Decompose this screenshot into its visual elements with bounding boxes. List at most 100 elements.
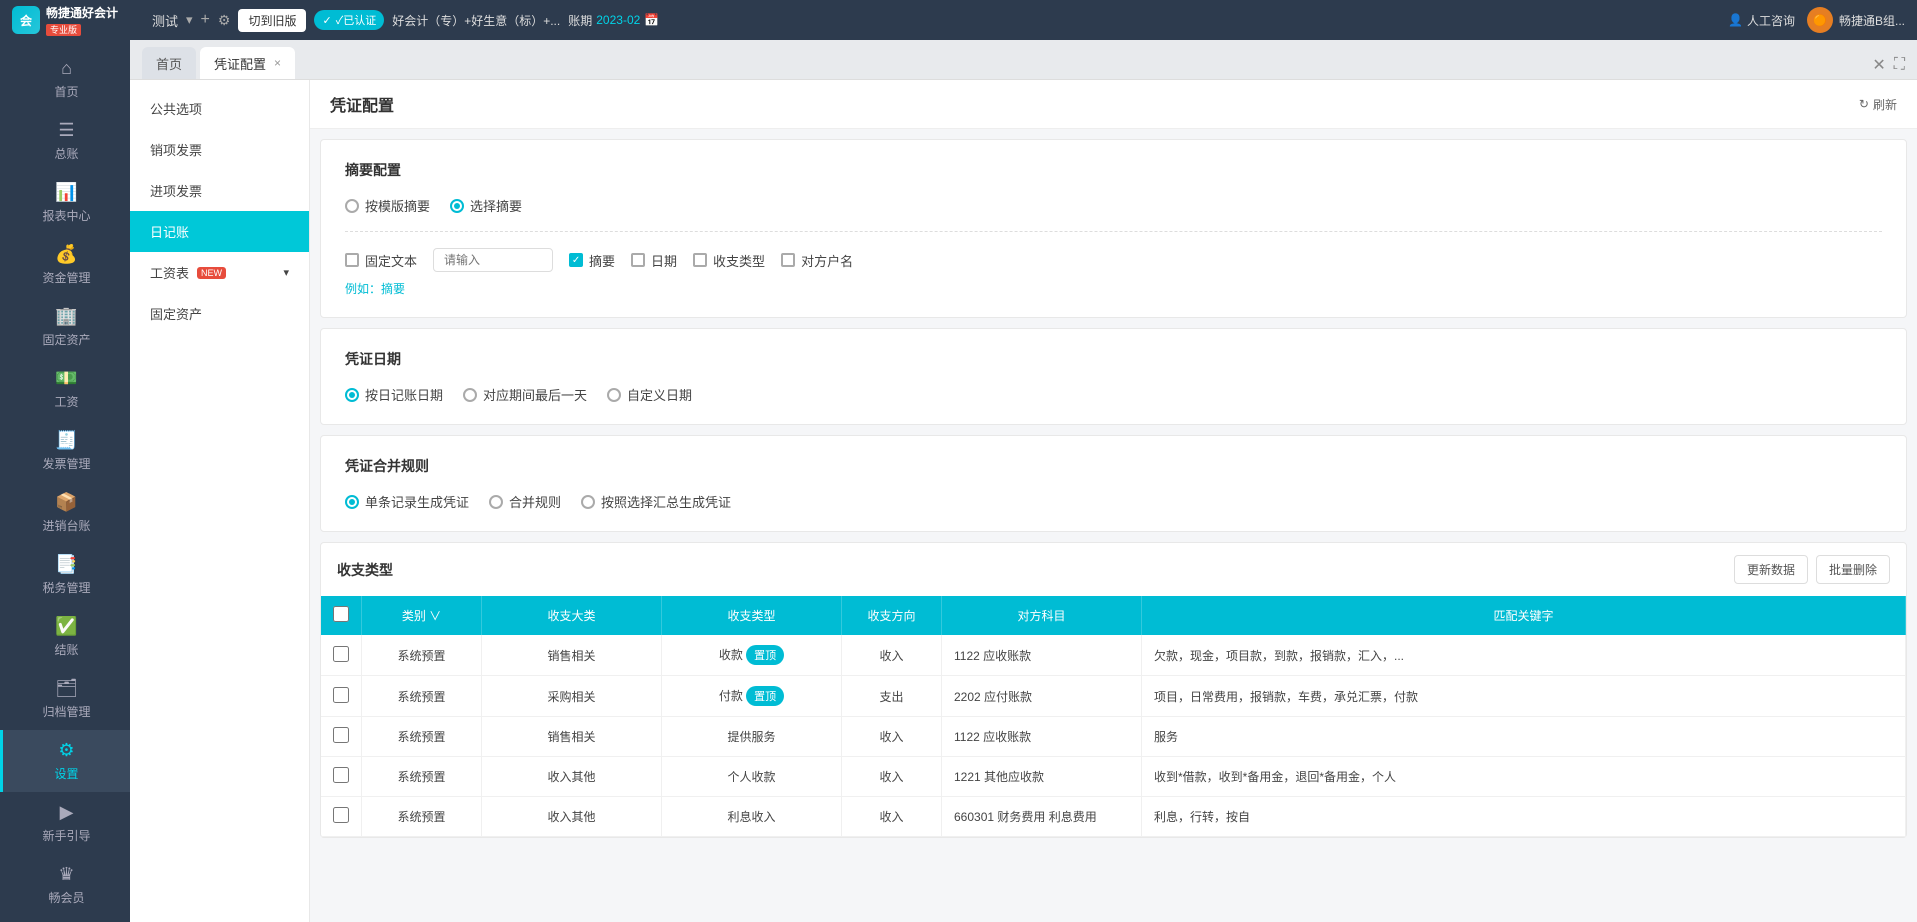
row-sub-type: 提供服务 bbox=[662, 717, 842, 757]
sidebar-item-member[interactable]: ♛ 畅会员 bbox=[0, 854, 130, 916]
maximize-icon[interactable]: ⛶ bbox=[1894, 56, 1905, 74]
tab-home[interactable]: 首页 bbox=[142, 47, 196, 79]
service-icon: 👤 bbox=[1728, 13, 1743, 27]
topbar-center: 测试 ▾ + ⚙ 切到旧版 ✓ ✓已认证 好会计（专）+好生意（标）+... 账… bbox=[152, 9, 1728, 32]
row-checkbox[interactable] bbox=[333, 807, 349, 823]
row-checkbox[interactable] bbox=[333, 646, 349, 662]
radio-select-summary-circle bbox=[581, 495, 595, 509]
sidebar-item-asset[interactable]: 🏢 固定资产 bbox=[0, 296, 130, 358]
row-direction: 收入 bbox=[842, 757, 942, 797]
left-nav-sales-invoice[interactable]: 销项发票 bbox=[130, 129, 309, 170]
left-nav-purchase-invoice[interactable]: 进项发票 bbox=[130, 170, 309, 211]
select-all-checkbox[interactable] bbox=[333, 606, 349, 622]
tab-config[interactable]: 凭证配置 × bbox=[200, 47, 295, 79]
reset-badge[interactable]: 置顶 bbox=[746, 686, 784, 706]
add-icon[interactable]: + bbox=[201, 11, 210, 29]
sidebar-item-tax[interactable]: 📑 税务管理 bbox=[0, 544, 130, 606]
checkbox-pay-type[interactable]: 收支类型 bbox=[693, 251, 765, 270]
logo-sub: 专业版 bbox=[46, 21, 118, 36]
row-subject: 1221 其他应收款 bbox=[942, 757, 1142, 797]
row-keyword: 欠款，现金，项目款，到款，报销款，汇入，... bbox=[1142, 635, 1906, 676]
sidebar-item-settle[interactable]: ✅ 结账 bbox=[0, 606, 130, 668]
sidebar-item-invoice[interactable]: 🧾 发票管理 bbox=[0, 420, 130, 482]
update-data-button[interactable]: 更新数据 bbox=[1734, 555, 1808, 584]
refresh-button[interactable]: ↻ 刷新 bbox=[1859, 96, 1897, 113]
radio-select-summary[interactable]: 选择摘要 bbox=[450, 196, 522, 215]
capital-icon: 💰 bbox=[55, 244, 77, 265]
report-icon: 📊 bbox=[55, 182, 77, 203]
sidebar-item-purchase[interactable]: 📦 进销台账 bbox=[0, 482, 130, 544]
row-checkbox-cell[interactable] bbox=[321, 717, 362, 757]
row-direction: 收入 bbox=[842, 797, 942, 837]
topbar-right: 👤 人工咨询 🟠 畅捷通B组... bbox=[1728, 7, 1905, 33]
user-menu[interactable]: 🟠 畅捷通B组... bbox=[1807, 7, 1905, 33]
new-badge: NEW bbox=[197, 267, 226, 279]
radio-custom-date[interactable]: 自定义日期 bbox=[607, 385, 692, 404]
left-nav-public[interactable]: 公共选项 bbox=[130, 88, 309, 129]
invoice-icon: 🧾 bbox=[55, 430, 77, 451]
sidebar-item-salary[interactable]: 💵 工资 bbox=[0, 358, 130, 420]
close-window-icon[interactable]: ✕ bbox=[1872, 55, 1885, 75]
sidebar-item-capital[interactable]: 💰 资金管理 bbox=[0, 234, 130, 296]
sidebar-item-settings[interactable]: ⚙ 设置 bbox=[0, 730, 130, 792]
row-checkbox[interactable] bbox=[333, 727, 349, 743]
radio-select-summary-merge[interactable]: 按照选择汇总生成凭证 bbox=[581, 492, 731, 511]
fixed-text-input[interactable] bbox=[433, 248, 553, 272]
row-checkbox-cell[interactable] bbox=[321, 757, 362, 797]
row-checkbox-cell[interactable] bbox=[321, 635, 362, 676]
example-text: 例如：摘要 bbox=[345, 280, 1882, 297]
sidebar-item-guide[interactable]: ▶ 新手引导 bbox=[0, 792, 130, 854]
checkbox-counterpart[interactable]: 对方户名 bbox=[781, 251, 853, 270]
dropdown-arrow-icon[interactable]: ▾ bbox=[186, 12, 193, 28]
merge-radio-group: 单条记录生成凭证 合并规则 按照选择汇总生成凭证 bbox=[345, 492, 1882, 511]
radio-journal-date[interactable]: 按日记账日期 bbox=[345, 385, 443, 404]
avatar: 🟠 bbox=[1807, 7, 1833, 33]
radio-template-summary[interactable]: 按模版摘要 bbox=[345, 196, 430, 215]
radio-single-record[interactable]: 单条记录生成凭证 bbox=[345, 492, 469, 511]
page-title: 凭证配置 bbox=[330, 92, 394, 116]
radio-period-last-day[interactable]: 对应期间最后一天 bbox=[463, 385, 587, 404]
sidebar-item-home[interactable]: ⌂ 首页 bbox=[0, 48, 130, 110]
col-header-subject: 对方科目 bbox=[942, 596, 1142, 635]
reset-badge[interactable]: 置顶 bbox=[746, 645, 784, 665]
asset-icon: 🏢 bbox=[55, 306, 77, 327]
row-checkbox[interactable] bbox=[333, 767, 349, 783]
merge-rules-section: 凭证合并规则 单条记录生成凭证 合并规则 按照选择汇总生成凭证 bbox=[320, 435, 1907, 532]
sidebar-item-archive[interactable]: 🗂 归档管理 bbox=[0, 668, 130, 730]
checkbox-pay-type-box bbox=[693, 253, 707, 267]
left-nav-journal[interactable]: 日记账 bbox=[130, 211, 309, 252]
row-checkbox-cell[interactable] bbox=[321, 676, 362, 717]
sidebar-item-report[interactable]: 📊 报表中心 bbox=[0, 172, 130, 234]
radio-merge-rule[interactable]: 合并规则 bbox=[489, 492, 561, 511]
checkbox-date[interactable]: 日期 bbox=[631, 251, 677, 270]
row-checkbox[interactable] bbox=[333, 687, 349, 703]
row-checkbox-cell[interactable] bbox=[321, 797, 362, 837]
col-header-subtype: 收支类型 bbox=[662, 596, 842, 635]
certified-badge: ✓ ✓已认证 bbox=[314, 10, 384, 30]
summary-config-section: 摘要配置 按模版摘要 选择摘要 bbox=[320, 139, 1907, 318]
table-row: 系统预置 采购相关 付款 置顶 支出 2202 应付账款 项目，日常费用，报销款… bbox=[321, 676, 1906, 717]
checkbox-date-box bbox=[631, 253, 645, 267]
radio-merge-circle bbox=[489, 495, 503, 509]
settings-icon[interactable]: ⚙ bbox=[218, 12, 231, 29]
service-button[interactable]: 👤 人工咨询 bbox=[1728, 12, 1795, 29]
checkbox-summary[interactable]: ✓ 摘要 bbox=[569, 251, 615, 270]
left-nav-salary-table[interactable]: 工资表 NEW ▾ bbox=[130, 252, 309, 293]
settings-sidebar-icon: ⚙ bbox=[58, 740, 74, 761]
settle-icon: ✅ bbox=[55, 616, 77, 637]
radio-journal-date-circle bbox=[345, 388, 359, 402]
switch-old-version-button[interactable]: 切到旧版 bbox=[238, 9, 306, 32]
calendar-icon[interactable]: 📅 bbox=[644, 13, 659, 27]
row-big-type: 销售相关 bbox=[482, 635, 662, 676]
sidebar-item-ledger[interactable]: ☰ 总账 bbox=[0, 110, 130, 172]
sidebar: ⌂ 首页 ☰ 总账 📊 报表中心 💰 资金管理 🏢 固定资产 💵 工资 🧾 发票… bbox=[0, 40, 130, 922]
left-nav-fixed-asset[interactable]: 固定资产 bbox=[130, 293, 309, 334]
checkbox-fixed-text[interactable]: 固定文本 bbox=[345, 251, 417, 270]
tab-close-icon[interactable]: × bbox=[274, 56, 281, 70]
voucher-date-title: 凭证日期 bbox=[345, 349, 1882, 369]
row-direction: 收入 bbox=[842, 717, 942, 757]
col-header-bigtype: 收支大类 bbox=[482, 596, 662, 635]
batch-delete-button[interactable]: 批量删除 bbox=[1816, 555, 1890, 584]
topbar: 会 畅捷通好会计 专业版 测试 ▾ + ⚙ 切到旧版 ✓ ✓已认证 好会计（专）… bbox=[0, 0, 1917, 40]
col-header-type: 类别 ∨ bbox=[362, 596, 482, 635]
